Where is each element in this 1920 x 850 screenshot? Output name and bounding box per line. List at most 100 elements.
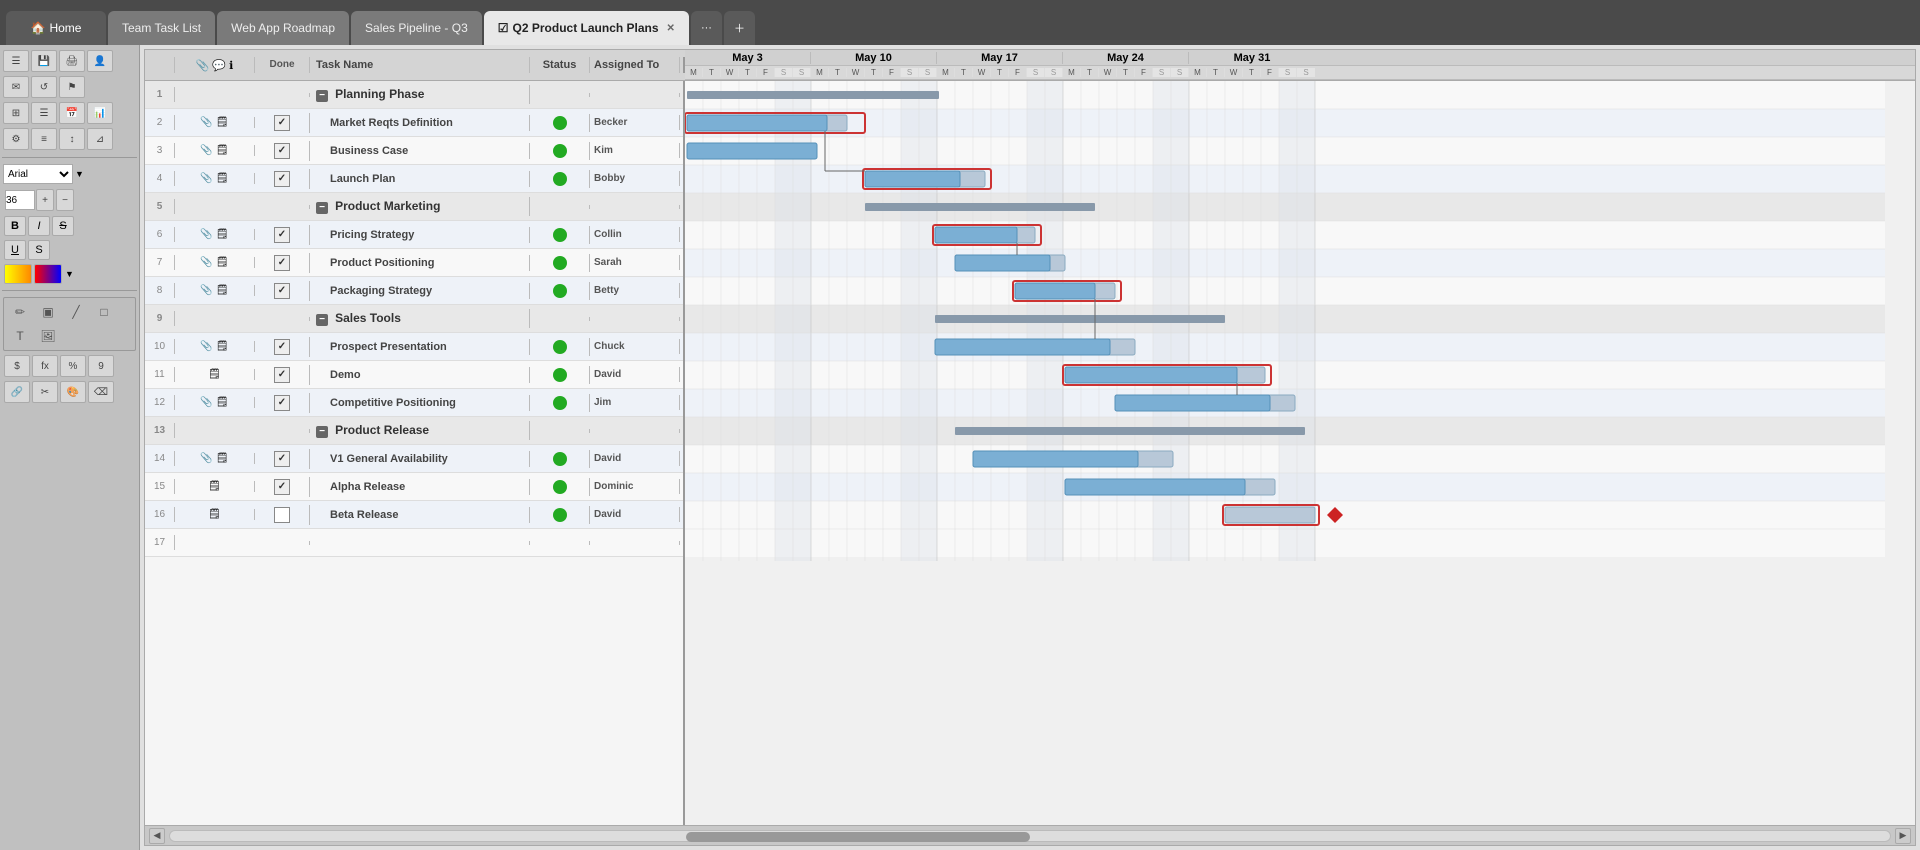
tab-close-icon[interactable]: ✕ [667,23,675,34]
sync-icon[interactable]: ↺ [31,76,57,98]
main-area: ☰ 💾 🖨 👤 ✉ ↺ ⚑ ⊞ ☰ 📅 📊 ⚙ ≡ ↕ ⊿ [0,45,1920,850]
row-status-5 [530,205,590,209]
month-label-may10: May 10 [811,52,937,64]
currency-btn[interactable]: $ [4,355,30,377]
row-num-17: 17 [145,535,175,550]
font-size-up[interactable]: + [36,189,54,211]
calendar-icon[interactable]: 📅 [59,102,85,124]
draw-tool[interactable]: ✏ [6,300,34,324]
table-row: 2 📎🗒 ✓ Market Reqts Definition Becker [145,109,683,137]
checkbox-10[interactable]: ✓ [274,339,290,355]
checkbox-16[interactable] [274,507,290,523]
row-icons-8: 📎🗒 [175,285,255,296]
tab-home[interactable]: 🏠 Home [6,11,106,45]
eraser-btn[interactable]: ⌫ [88,381,114,403]
settings-icon[interactable]: ⚙ [3,128,29,150]
shape-tool[interactable]: □ [90,300,118,324]
italic-button[interactable]: I [28,216,50,236]
filter-icon[interactable]: ≡ [31,128,57,150]
text-tool[interactable]: T [6,324,34,348]
collapse-release[interactable]: − [316,426,328,438]
status-dot-16 [553,508,567,522]
checkbox-4[interactable]: ✓ [274,171,290,187]
tab-add-button[interactable]: ＋ [724,11,755,45]
group-icon[interactable]: ⊿ [87,128,113,150]
checkbox-15[interactable]: ✓ [274,479,290,495]
status-dot-4 [553,172,567,186]
person-icon[interactable]: 👤 [87,50,113,72]
bar-business-case-blue[interactable] [687,143,817,159]
print-icon[interactable]: 🖨 [59,50,85,72]
grid-icon[interactable]: ⊞ [3,102,29,124]
collapse-sales[interactable]: − [316,314,328,326]
number-btn[interactable]: 9 [88,355,114,377]
bar-launch-plan-blue[interactable] [865,171,960,187]
bar-competitive-blue[interactable] [1115,395,1270,411]
checkbox-8[interactable]: ✓ [274,283,290,299]
font-size-input[interactable] [5,190,35,210]
scrollbar-track[interactable] [169,830,1891,842]
bar-pricing-blue[interactable] [935,227,1017,243]
checkbox-7[interactable]: ✓ [274,255,290,271]
paint-btn[interactable]: 🎨 [60,381,86,403]
tab-team-task[interactable]: Team Task List [108,11,215,45]
tab-team-task-label: Team Task List [122,21,201,35]
font-size-down[interactable]: − [56,189,74,211]
save-button[interactable]: 💾 [31,50,57,72]
checkbox-11[interactable]: ✓ [274,367,290,383]
link-btn[interactable]: 🔗 [4,381,30,403]
shadow-button[interactable]: S [28,240,50,260]
day-M3: M [937,68,955,77]
highlight-color-button[interactable] [4,264,32,284]
list-icon[interactable]: ☰ [31,102,57,124]
tab-q2-launch[interactable]: ☑ Q2 Product Launch Plans ✕ [484,11,689,45]
tab-more-button[interactable]: ··· [691,11,722,45]
line-tool[interactable]: ╱ [62,300,90,324]
font-color-button[interactable] [34,264,62,284]
bar-alpha-blue[interactable] [1065,479,1245,495]
day-S4: S [919,68,937,77]
bar-v1-blue[interactable] [973,451,1138,467]
checkbox-12[interactable]: ✓ [274,395,290,411]
bar-market-reqts-blue[interactable] [687,115,827,131]
tab-web-app[interactable]: Web App Roadmap [217,11,349,45]
tab-bar: 🏠 Home Team Task List Web App Roadmap Sa… [0,0,1920,45]
day-T4: T [865,68,883,77]
bar-demo-blue[interactable] [1065,367,1237,383]
scissors-btn[interactable]: ✂ [32,381,58,403]
bar-beta-gray[interactable] [1225,507,1315,523]
row-task-15: Alpha Release [310,479,530,495]
underline-button[interactable]: U [4,240,26,260]
image-tool[interactable]: 🖼 [34,324,62,348]
col-header-status: Status [530,57,590,73]
collapse-planning[interactable]: − [316,90,328,102]
scroll-left-button[interactable]: ◀ [149,828,165,844]
day-S7: S [1153,68,1171,77]
collapse-marketing[interactable]: − [316,202,328,214]
bar-packaging-blue[interactable] [1015,283,1095,299]
mail-icon[interactable]: ✉ [3,76,29,98]
chart-icon[interactable]: 📊 [87,102,113,124]
bold-button[interactable]: B [4,216,26,236]
checkbox-3[interactable]: ✓ [274,143,290,159]
row-assigned-15: Dominic [590,479,680,494]
flag-icon[interactable]: ⚑ [59,76,85,98]
checkbox-6[interactable]: ✓ [274,227,290,243]
sort-icon[interactable]: ↕ [59,128,85,150]
scrollbar-thumb[interactable] [686,832,1030,842]
row-assigned-5 [590,205,680,209]
checkbox-2[interactable]: ✓ [274,115,290,131]
menu-icon[interactable]: ☰ [3,50,29,72]
percent-btn[interactable]: % [60,355,86,377]
bar-prospect-blue[interactable] [935,339,1110,355]
strikethrough-button[interactable]: S [52,216,74,236]
scroll-right-button[interactable]: ▶ [1895,828,1911,844]
font-family-select[interactable]: Arial Times New Roman Calibri [3,164,73,184]
tab-sales-pipeline[interactable]: Sales Pipeline - Q3 [351,11,482,45]
formula-btn[interactable]: fx [32,355,58,377]
select-tool[interactable]: ▣ [34,300,62,324]
row-status-6 [530,226,590,244]
checkbox-14[interactable]: ✓ [274,451,290,467]
row-assigned-16: David [590,507,680,522]
bar-positioning-blue[interactable] [955,255,1050,271]
